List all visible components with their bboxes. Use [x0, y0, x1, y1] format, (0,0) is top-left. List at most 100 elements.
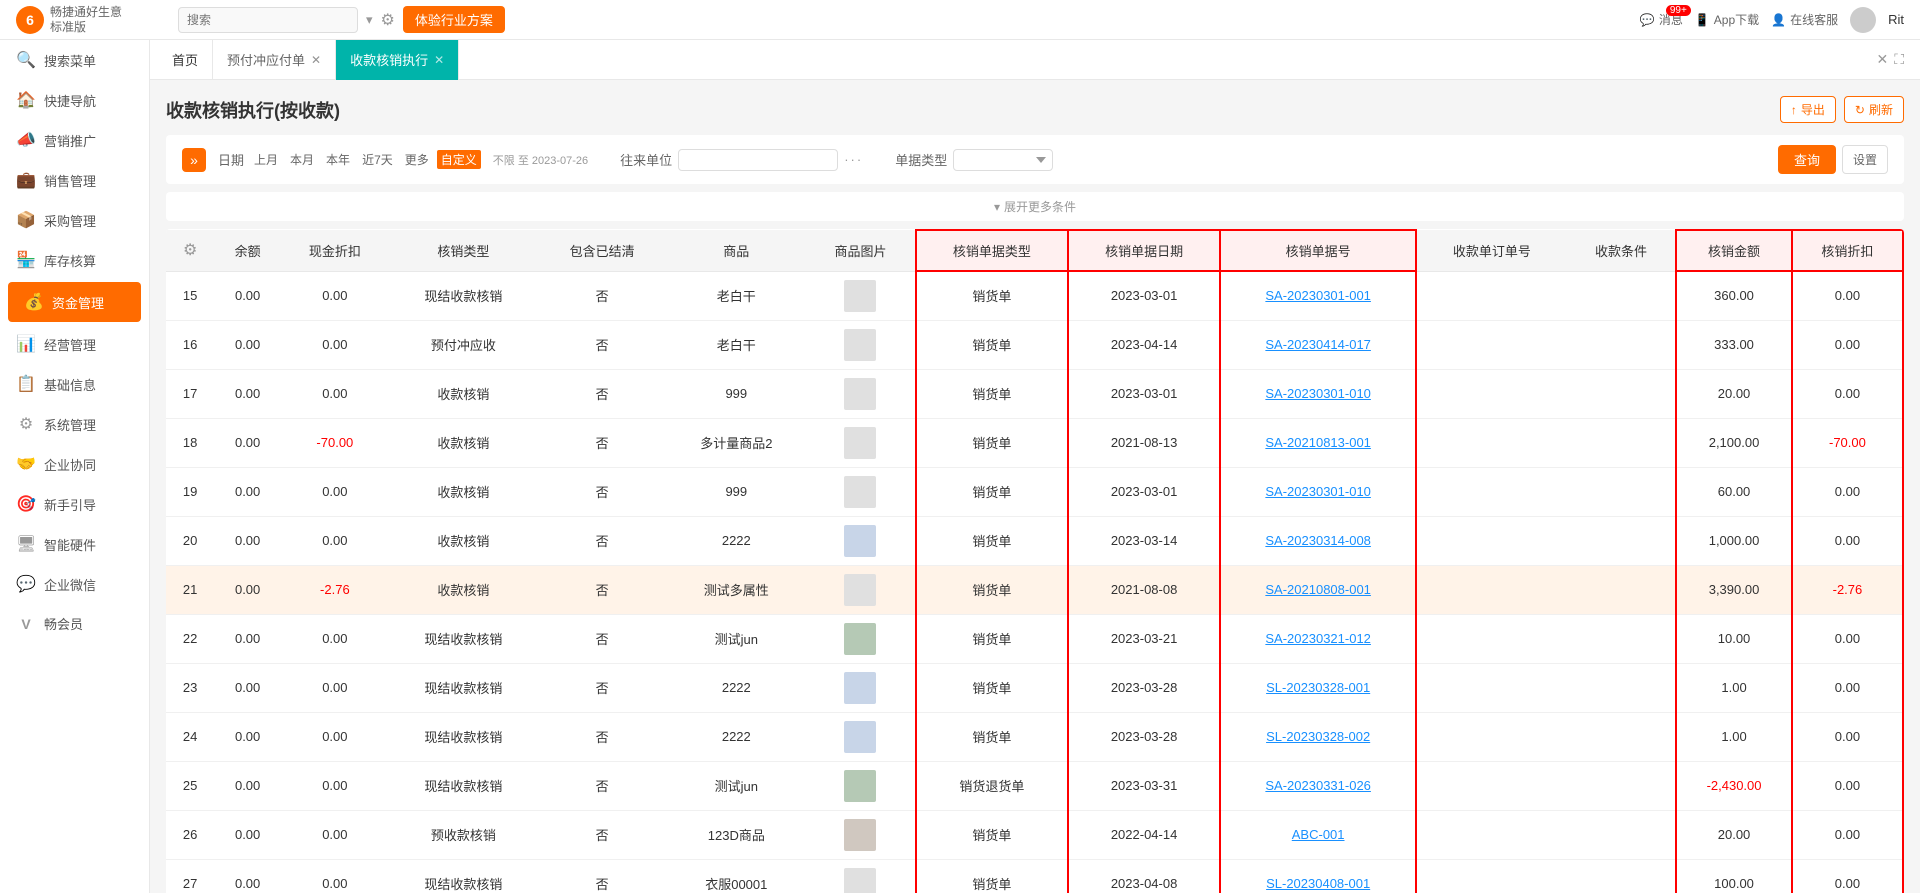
goods-image	[844, 525, 876, 557]
cell-receipt-order-no	[1416, 320, 1567, 369]
cell-verify-bill-no[interactable]: SL-20230328-001	[1220, 663, 1416, 712]
cell-verify-amount: 333.00	[1676, 320, 1792, 369]
cell-verify-amount: 10.00	[1676, 614, 1792, 663]
bill-type-label: 单据类型	[895, 150, 947, 169]
goods-image	[844, 378, 876, 410]
cell-include-cleared: 否	[538, 369, 666, 418]
sidebar-item-marketing[interactable]: 📣 营销推广	[0, 120, 149, 160]
cell-goods: 老白干	[666, 320, 806, 369]
cell-verify-bill-type: 销货退货单	[916, 761, 1068, 810]
cell-receipt-condition	[1567, 467, 1676, 516]
cell-receipt-condition	[1567, 516, 1676, 565]
cell-verify-bill-no[interactable]: SA-20230301-010	[1220, 369, 1416, 418]
filter-toggle-btn[interactable]: »	[182, 148, 206, 172]
cell-verify-bill-no[interactable]: SA-20230314-008	[1220, 516, 1416, 565]
query-button[interactable]: 查询	[1778, 145, 1836, 174]
app-download-item[interactable]: 📱 App下载	[1695, 11, 1759, 28]
cell-id: 18	[166, 418, 214, 467]
sidebar-item-hardware[interactable]: 🖥 智能硬件	[0, 524, 149, 564]
cell-receipt-condition	[1567, 761, 1676, 810]
cell-verify-bill-no[interactable]: SA-20210813-001	[1220, 418, 1416, 467]
sidebar-item-purchase[interactable]: 📦 采购管理	[0, 200, 149, 240]
cell-goods: 999	[666, 467, 806, 516]
cell-cash-discount: 0.00	[281, 712, 389, 761]
sidebar-item-inventory[interactable]: 🏪 库存核算	[0, 240, 149, 280]
cell-verify-bill-no[interactable]: SL-20230408-001	[1220, 859, 1416, 893]
cell-receipt-order-no	[1416, 712, 1567, 761]
filter-bar: » 日期 上月 本月 本年 近7天 更多 自定义 不限 至 2023-07-26	[166, 135, 1904, 184]
tab-close-all-icon[interactable]: ✕	[1876, 51, 1888, 68]
message-item[interactable]: 💬 消息 99+	[1640, 11, 1683, 28]
th-settings[interactable]: ⚙	[166, 230, 214, 271]
sidebar-item-member[interactable]: V 畅会员	[0, 604, 149, 643]
date-link-this-year[interactable]: 本年	[322, 150, 354, 169]
sidebar-item-sales[interactable]: 💼 销售管理	[0, 160, 149, 200]
goods-image	[844, 770, 876, 802]
cell-verify-bill-no[interactable]: SA-20230331-026	[1220, 761, 1416, 810]
sidebar-label-purchase: 采购管理	[44, 211, 96, 230]
cell-verify-bill-no[interactable]: SL-20230328-002	[1220, 712, 1416, 761]
sidebar-item-nav[interactable]: 🏠 快捷导航	[0, 80, 149, 120]
cell-verify-bill-no[interactable]: SA-20210808-001	[1220, 565, 1416, 614]
date-link-last-month[interactable]: 上月	[250, 150, 282, 169]
cell-cash-discount: 0.00	[281, 663, 389, 712]
cell-verify-type: 收款核销	[389, 369, 538, 418]
cell-verify-discount: 0.00	[1792, 663, 1903, 712]
sidebar-item-search[interactable]: 🔍 搜索菜单	[0, 40, 149, 80]
cell-receipt-order-no	[1416, 516, 1567, 565]
sidebar-label-basic: 基础信息	[44, 375, 96, 394]
sidebar-item-operations[interactable]: 📊 经营管理	[0, 324, 149, 364]
user-avatar[interactable]	[1850, 7, 1876, 33]
tab-receipt-verify-close[interactable]: ✕	[434, 53, 444, 67]
sidebar-item-collab[interactable]: 🤝 企业协同	[0, 444, 149, 484]
table-row: 16 0.00 0.00 预付冲应收 否 老白干 销货单 2023-04-14 …	[166, 320, 1903, 369]
tab-receipt-verify[interactable]: 收款核销执行 ✕	[336, 40, 459, 80]
sidebar-item-basic[interactable]: 📋 基础信息	[0, 364, 149, 404]
dropdown-icon[interactable]: ▾	[366, 12, 373, 28]
export-button[interactable]: ↑ 导出	[1780, 96, 1836, 123]
cell-verify-bill-no[interactable]: SA-20230414-017	[1220, 320, 1416, 369]
cell-verify-bill-type: 销货单	[916, 859, 1068, 893]
tab-prepay[interactable]: 预付冲应付单 ✕	[213, 40, 336, 80]
sidebar-item-finance[interactable]: 💰 资金管理	[8, 282, 141, 322]
refresh-button[interactable]: ↻ 刷新	[1844, 96, 1904, 123]
cell-verify-amount: 360.00	[1676, 271, 1792, 320]
sidebar-item-weixin[interactable]: 💬 企业微信	[0, 564, 149, 604]
cell-id: 23	[166, 663, 214, 712]
cell-verify-amount: 20.00	[1676, 810, 1792, 859]
cell-verify-bill-no[interactable]: SA-20230321-012	[1220, 614, 1416, 663]
cell-receipt-condition	[1567, 859, 1676, 893]
cell-balance: 0.00	[214, 320, 281, 369]
cell-goods-image	[806, 663, 915, 712]
inventory-icon: 🏪	[16, 250, 36, 270]
top-search-input[interactable]	[178, 7, 358, 33]
counterpart-input[interactable]	[678, 149, 838, 171]
sidebar-label-system: 系统管理	[44, 415, 96, 434]
cell-goods-image	[806, 418, 915, 467]
date-link-custom[interactable]: 自定义	[437, 150, 481, 169]
cell-verify-bill-date: 2023-04-08	[1068, 859, 1220, 893]
gear-icon[interactable]: ⚙	[381, 10, 395, 30]
bill-type-select[interactable]	[953, 149, 1053, 171]
sidebar-item-system[interactable]: ⚙ 系统管理	[0, 404, 149, 444]
cell-goods: 测试jun	[666, 761, 806, 810]
cell-verify-bill-no[interactable]: ABC-001	[1220, 810, 1416, 859]
online-service-item[interactable]: 👤 在线客服	[1771, 11, 1838, 28]
expand-conditions-btn[interactable]: ▾ 展开更多条件	[994, 198, 1076, 215]
cell-verify-bill-no[interactable]: SA-20230301-010	[1220, 467, 1416, 516]
cell-verify-bill-no[interactable]: SA-20230301-001	[1220, 271, 1416, 320]
logo-icon: 6	[16, 6, 44, 34]
tab-maximize-icon[interactable]: ⛶	[1894, 51, 1904, 68]
tab-home[interactable]: 首页	[158, 40, 213, 80]
cell-receipt-order-no	[1416, 271, 1567, 320]
date-link-more[interactable]: 更多	[401, 150, 433, 169]
settings-button[interactable]: 设置	[1842, 145, 1888, 174]
cell-receipt-condition	[1567, 565, 1676, 614]
tab-prepay-close[interactable]: ✕	[311, 53, 321, 67]
tab-home-label: 首页	[172, 50, 198, 69]
date-link-this-month[interactable]: 本月	[286, 150, 318, 169]
sidebar-item-guide[interactable]: 🎯 新手引导	[0, 484, 149, 524]
industry-btn[interactable]: 体验行业方案	[403, 6, 505, 33]
date-link-7days[interactable]: 近7天	[358, 150, 397, 169]
cell-goods-image	[806, 810, 915, 859]
